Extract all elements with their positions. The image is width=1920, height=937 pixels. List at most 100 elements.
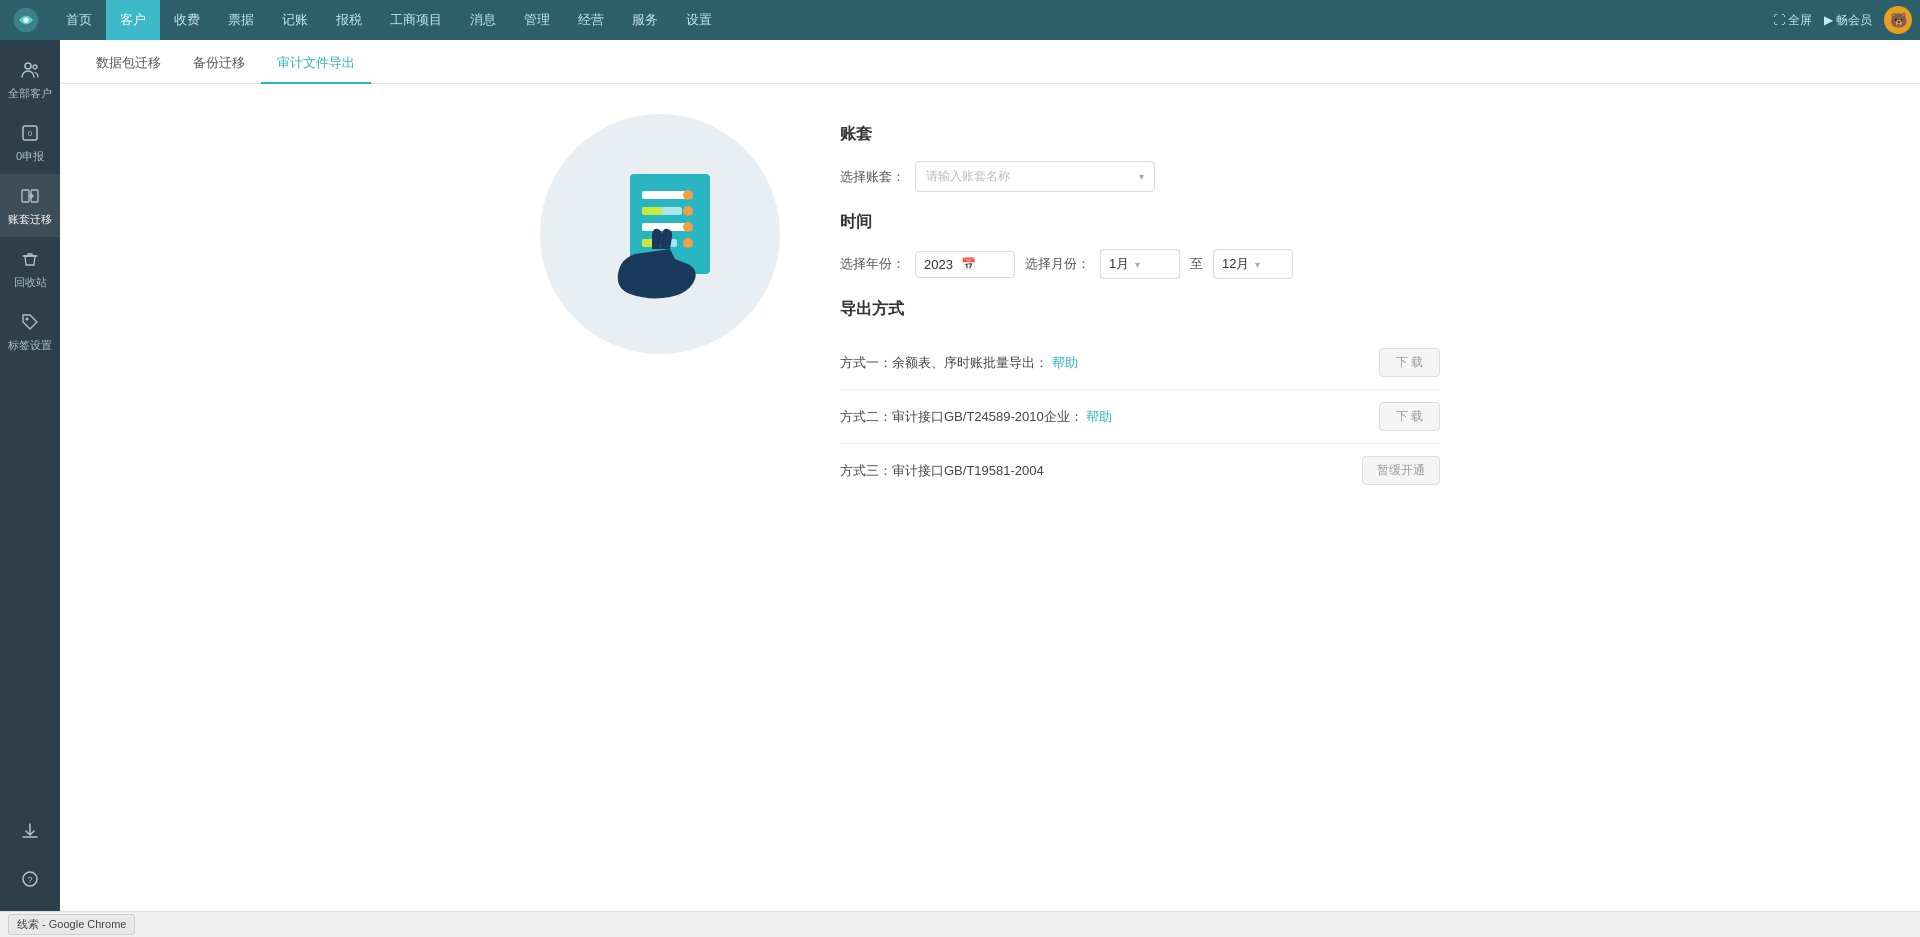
fullscreen-btn[interactable]: ⛶ 全屏 — [1773, 12, 1812, 29]
tab-audit-export[interactable]: 审计文件导出 — [261, 44, 371, 84]
nav-bookkeeping[interactable]: 记账 — [268, 0, 322, 40]
time-section-title: 时间 — [840, 212, 1440, 233]
chevron-down-icon: ▾ — [1139, 171, 1144, 182]
nav-operation[interactable]: 经营 — [564, 0, 618, 40]
svg-point-2 — [25, 63, 31, 69]
export-methods: 方式一：余额表、序时账批量导出： 帮助 下 载 方式二：审计接口GB/T2458… — [840, 336, 1440, 497]
svg-text:0: 0 — [28, 129, 33, 138]
status-badge: 线索 - Google Chrome — [8, 914, 135, 935]
month-start-value: 1月 — [1109, 255, 1129, 273]
sidebar: 全部客户 0 0申报 账套迁移 — [0, 40, 60, 911]
sidebar-item-trash[interactable]: 回收站 — [0, 237, 60, 300]
content-area: 数据包迁移 备份迁移 审计文件导出 — [60, 40, 1920, 911]
nav-fee[interactable]: 收费 — [160, 0, 214, 40]
svg-point-18 — [683, 222, 693, 232]
method-1-download-btn[interactable]: 下 载 — [1379, 348, 1440, 377]
help-icon: ? — [18, 867, 42, 891]
calendar-icon: 📅 — [961, 257, 976, 271]
nav-manage[interactable]: 管理 — [510, 0, 564, 40]
time-row: 选择年份： 2023 📅 选择月份： 1月 ▾ 至 12月 — [840, 249, 1440, 279]
avatar[interactable]: 🐻 — [1884, 6, 1912, 34]
svg-point-3 — [33, 65, 37, 69]
method-3-label: 方式三：审计接口GB/T19581-2004 — [840, 462, 1044, 480]
month-end-value: 12月 — [1222, 255, 1249, 273]
method-3-trial-btn[interactable]: 暂缓开通 — [1362, 456, 1440, 485]
svg-point-17 — [683, 206, 693, 216]
account-section-title: 账套 — [840, 124, 1440, 145]
status-bar: 线索 - Google Chrome — [0, 911, 1920, 937]
fullscreen-icon: ⛶ — [1773, 13, 1785, 27]
svg-text:?: ? — [27, 875, 32, 885]
method-2-help-link[interactable]: 帮助 — [1086, 409, 1112, 424]
svg-point-16 — [683, 190, 693, 200]
main-layout: 全部客户 0 0申报 账套迁移 — [0, 40, 1920, 911]
nav-items: 首页 客户 收费 票据 记账 报税 工商项目 消息 管理 经营 服务 设置 — [52, 0, 1773, 40]
sidebar-item-migrate[interactable]: 账套迁移 — [0, 174, 60, 237]
download-icon — [18, 819, 42, 843]
sidebar-item-zero-report[interactable]: 0 0申报 — [0, 111, 60, 174]
year-input[interactable]: 2023 📅 — [915, 251, 1015, 278]
account-row: 选择账套： 请输入账套名称 ▾ — [840, 161, 1440, 192]
nav-invoice[interactable]: 票据 — [214, 0, 268, 40]
sidebar-label-trash: 回收站 — [14, 275, 47, 290]
account-label: 选择账套： — [840, 168, 905, 186]
sidebar-label-migrate: 账套迁移 — [8, 212, 52, 227]
year-value: 2023 — [924, 257, 953, 272]
tab-data-migration[interactable]: 数据包迁移 — [80, 44, 177, 84]
nav-settings[interactable]: 设置 — [672, 0, 726, 40]
method-row-1: 方式一：余额表、序时账批量导出： 帮助 下 载 — [840, 336, 1440, 390]
sidebar-label-zero-report: 0申报 — [16, 149, 44, 164]
method-1-label: 方式一：余额表、序时账批量导出： 帮助 — [840, 354, 1078, 372]
app-logo — [8, 2, 44, 38]
sidebar-label-tag: 标签设置 — [8, 338, 52, 353]
account-select[interactable]: 请输入账套名称 ▾ — [915, 161, 1155, 192]
month-end-select[interactable]: 12月 ▾ — [1213, 249, 1293, 279]
method-2-label: 方式二：审计接口GB/T24589-2010企业： 帮助 — [840, 408, 1112, 426]
nav-industrial[interactable]: 工商项目 — [376, 0, 456, 40]
method-row-2: 方式二：审计接口GB/T24589-2010企业： 帮助 下 载 — [840, 390, 1440, 444]
tab-backup-migration[interactable]: 备份迁移 — [177, 44, 261, 84]
trash-icon — [18, 247, 42, 271]
method-row-3: 方式三：审计接口GB/T19581-2004 暂缓开通 — [840, 444, 1440, 497]
sidebar-label-all-customers: 全部客户 — [8, 86, 52, 101]
sidebar-item-tag[interactable]: 标签设置 — [0, 300, 60, 363]
nav-tax[interactable]: 报税 — [322, 0, 376, 40]
form-right: 账套 选择账套： 请输入账套名称 ▾ 时间 选择年份： 2023 — [840, 114, 1440, 497]
month-start-select[interactable]: 1月 ▾ — [1100, 249, 1180, 279]
page-content: 账套 选择账套： 请输入账套名称 ▾ 时间 选择年份： 2023 — [60, 84, 1920, 911]
svg-rect-7 — [31, 190, 38, 202]
tabs-bar: 数据包迁移 备份迁移 审计文件导出 — [60, 40, 1920, 84]
year-label: 选择年份： — [840, 255, 905, 273]
top-nav: 首页 客户 收费 票据 记账 报税 工商项目 消息 管理 经营 服务 设置 ⛶ … — [0, 0, 1920, 40]
svg-rect-6 — [22, 190, 29, 202]
sidebar-item-download[interactable] — [14, 809, 46, 853]
chevron-down-icon-month-end: ▾ — [1255, 259, 1260, 270]
connector: 至 — [1190, 255, 1203, 273]
svg-point-1 — [23, 17, 28, 22]
export-section-title: 导出方式 — [840, 299, 1440, 320]
svg-point-19 — [683, 238, 693, 248]
illustration — [540, 114, 780, 354]
svg-point-8 — [26, 318, 29, 321]
form-section: 账套 选择账套： 请输入账套名称 ▾ 时间 选择年份： 2023 — [540, 114, 1440, 497]
month-label: 选择月份： — [1025, 255, 1090, 273]
nav-message[interactable]: 消息 — [456, 0, 510, 40]
sidebar-item-all-customers[interactable]: 全部客户 — [0, 48, 60, 111]
play-icon: ▶ — [1824, 13, 1833, 27]
member-btn[interactable]: ▶ 畅会员 — [1824, 12, 1872, 29]
top-nav-right: ⛶ 全屏 ▶ 畅会员 🐻 — [1773, 6, 1912, 34]
tag-icon — [18, 310, 42, 334]
account-placeholder: 请输入账套名称 — [926, 168, 1010, 185]
zero-report-icon: 0 — [18, 121, 42, 145]
sidebar-item-help[interactable]: ? — [14, 857, 46, 901]
svg-rect-20 — [642, 207, 662, 215]
method-1-help-link[interactable]: 帮助 — [1052, 355, 1078, 370]
method-2-download-btn[interactable]: 下 载 — [1379, 402, 1440, 431]
chevron-down-icon-month-start: ▾ — [1135, 259, 1140, 270]
users-icon — [18, 58, 42, 82]
nav-customer[interactable]: 客户 — [106, 0, 160, 40]
nav-service[interactable]: 服务 — [618, 0, 672, 40]
migrate-icon — [18, 184, 42, 208]
sidebar-bottom: ? — [14, 809, 46, 911]
nav-home[interactable]: 首页 — [52, 0, 106, 40]
